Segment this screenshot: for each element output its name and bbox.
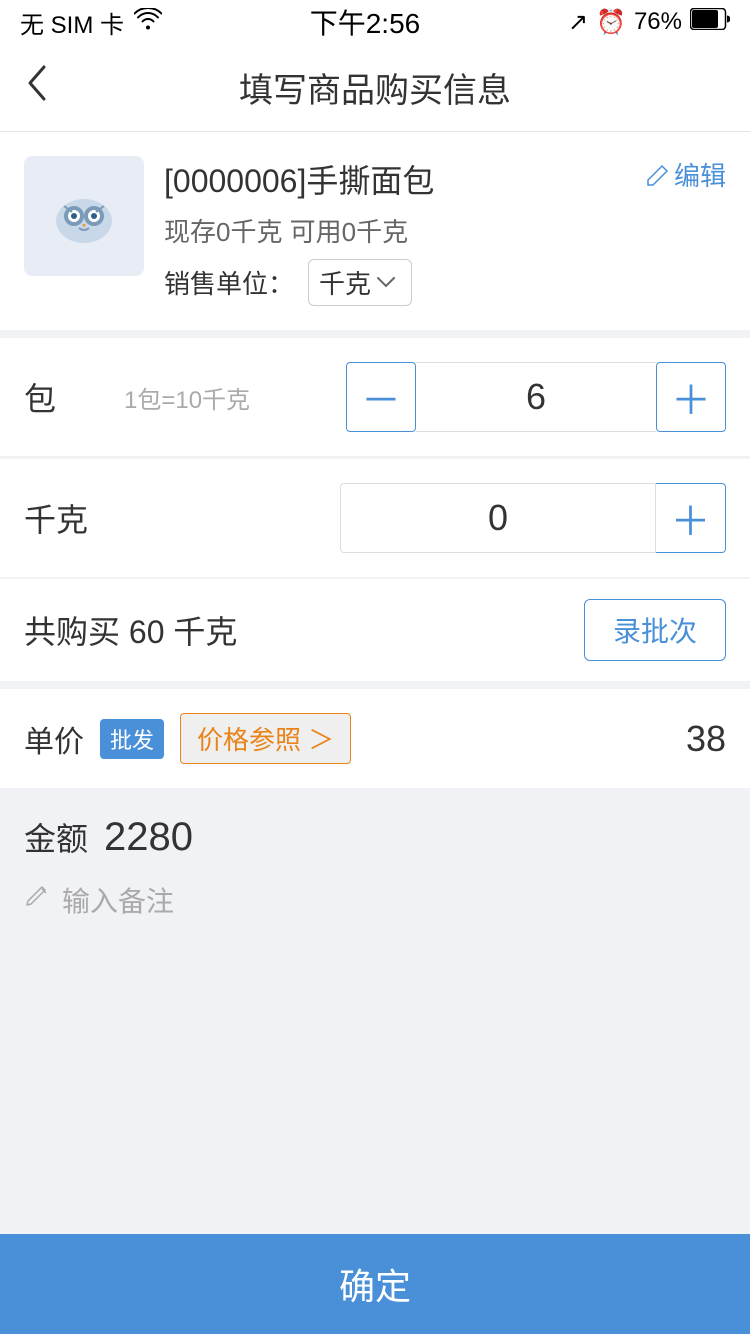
product-unit-row: 销售单位： 千克 <box>164 259 726 306</box>
bao-controls: － ＋ <box>270 362 726 432</box>
nav-bar: 填写商品购买信息 <box>0 44 750 132</box>
edit-button[interactable]: 编辑 <box>646 156 726 193</box>
location-icon: ↗ <box>568 8 588 37</box>
no-sim-label: 无 SIM 卡 <box>20 5 124 40</box>
wifi-icon <box>134 8 162 37</box>
bao-input-row: 包 1包=10千克 － ＋ <box>0 338 750 457</box>
product-card: [0000006]手撕面包 编辑 现存0千克 可用0千克 销售单位： 千克 <box>0 132 750 338</box>
bao-hint: 1包=10千克 <box>124 380 250 415</box>
product-info: [0000006]手撕面包 编辑 现存0千克 可用0千克 销售单位： 千克 <box>164 156 726 306</box>
remark-placeholder[interactable]: 输入备注 <box>62 880 174 920</box>
bao-section: 包 1包=10千克 － ＋ <box>0 338 750 457</box>
alarm-icon: ⏰ <box>596 8 626 37</box>
pencil-icon <box>24 883 52 918</box>
product-stock: 现存0千克 可用0千克 <box>164 212 726 249</box>
batch-button[interactable]: 录批次 <box>584 599 726 661</box>
product-image <box>24 156 144 276</box>
amount-label: 金额 <box>24 814 88 860</box>
kg-label: 千克 <box>24 495 104 541</box>
product-name: [0000006]手撕面包 <box>164 156 646 202</box>
amount-section: 金额 2280 输入备注 <box>0 790 750 1234</box>
price-ref-button[interactable]: 价格参照 ＞ <box>180 713 351 764</box>
unit-label: 销售单位： <box>164 264 294 301</box>
back-button[interactable] <box>24 63 48 112</box>
kg-input-row: 千克 ＋ <box>0 459 750 577</box>
kg-section: 千克 ＋ <box>0 459 750 577</box>
bao-label: 包 <box>24 374 104 420</box>
unit-dropdown[interactable]: 千克 <box>308 259 412 306</box>
kg-controls: ＋ <box>124 483 726 553</box>
price-label: 单价 <box>24 717 84 761</box>
kg-plus-button[interactable]: ＋ <box>656 483 726 553</box>
confirm-button[interactable]: 确定 <box>0 1234 750 1334</box>
battery-label: 76% <box>634 8 682 36</box>
status-bar: 无 SIM 卡 下午2:56 ↗ ⏰ 76% <box>0 0 750 44</box>
battery-icon <box>690 8 730 37</box>
kg-quantity-input[interactable] <box>340 483 656 553</box>
bao-minus-button[interactable]: － <box>346 362 416 432</box>
status-right: ↗ ⏰ 76% <box>568 8 730 37</box>
total-row: 共购买 60 千克 录批次 <box>0 579 750 689</box>
remark-row[interactable]: 输入备注 <box>24 880 726 920</box>
status-time: 下午2:56 <box>310 2 421 42</box>
amount-value: 2280 <box>104 815 193 860</box>
bao-plus-button[interactable]: ＋ <box>656 362 726 432</box>
price-value: 38 <box>686 718 726 760</box>
pifa-badge: 批发 <box>100 719 164 759</box>
price-section: 单价 批发 价格参照 ＞ 38 <box>0 689 750 790</box>
bao-quantity-input[interactable] <box>416 362 656 432</box>
amount-row: 金额 2280 <box>24 814 726 860</box>
page-title: 填写商品购买信息 <box>239 63 511 112</box>
status-left: 无 SIM 卡 <box>20 5 162 40</box>
total-label: 共购买 60 千克 <box>24 607 237 653</box>
